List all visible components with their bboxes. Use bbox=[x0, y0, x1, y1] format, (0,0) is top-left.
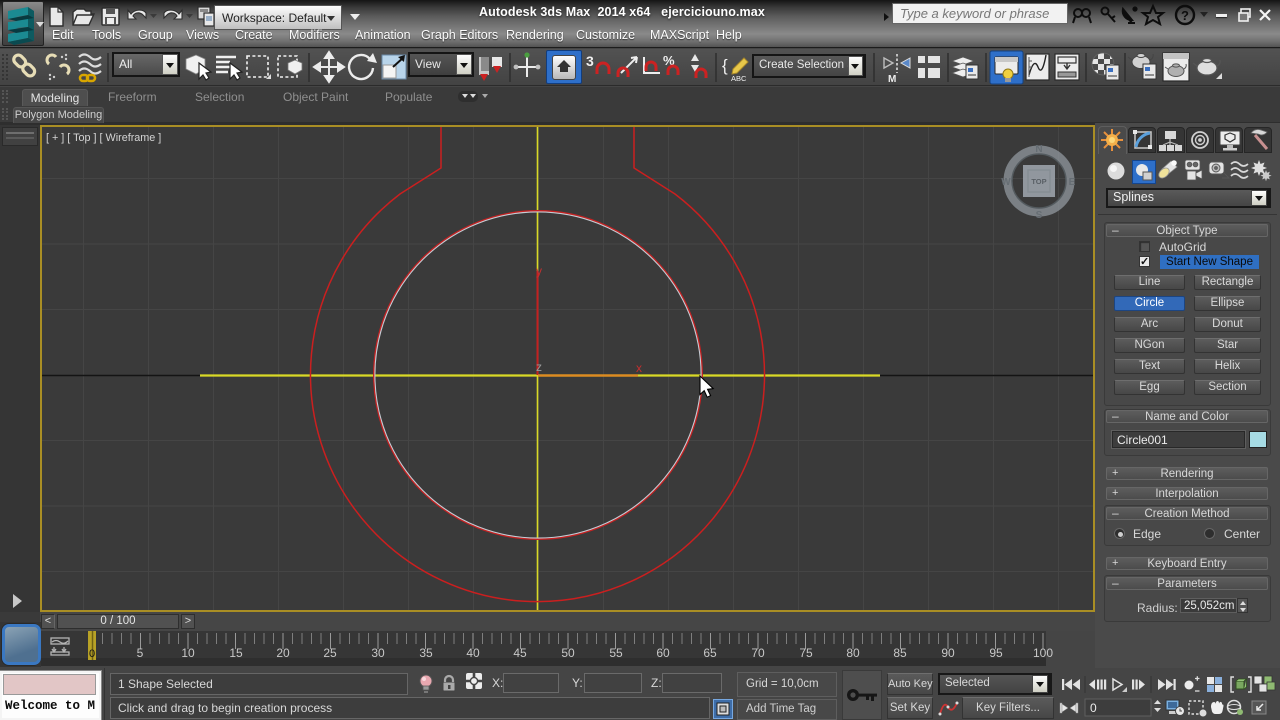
svg-text:E: E bbox=[1069, 177, 1076, 188]
svg-text:TOP: TOP bbox=[1031, 177, 1046, 186]
svg-text:20: 20 bbox=[276, 646, 290, 660]
svg-text:80: 80 bbox=[846, 646, 860, 660]
svg-text:85: 85 bbox=[893, 646, 907, 660]
svg-text:90: 90 bbox=[941, 646, 955, 660]
svg-text:50: 50 bbox=[561, 646, 575, 660]
svg-text:0: 0 bbox=[1090, 701, 1097, 715]
svg-text:40: 40 bbox=[466, 646, 480, 660]
svg-text:75: 75 bbox=[799, 646, 813, 660]
svg-text:5: 5 bbox=[137, 646, 144, 660]
svg-text:15: 15 bbox=[229, 646, 243, 660]
svg-text:60: 60 bbox=[656, 646, 670, 660]
svg-text:S: S bbox=[1036, 210, 1043, 221]
svg-text:45: 45 bbox=[513, 646, 527, 660]
svg-text:10: 10 bbox=[181, 646, 195, 660]
svg-text:M: M bbox=[888, 74, 896, 85]
svg-text:95: 95 bbox=[989, 646, 1003, 660]
svg-text:35: 35 bbox=[419, 646, 433, 660]
svg-text:z: z bbox=[536, 360, 542, 374]
svg-text:{: { bbox=[722, 56, 728, 75]
svg-text:N: N bbox=[1035, 144, 1042, 155]
svg-text:3: 3 bbox=[586, 53, 594, 69]
svg-text:65: 65 bbox=[703, 646, 717, 660]
svg-text:30: 30 bbox=[371, 646, 385, 660]
svg-text:25: 25 bbox=[323, 646, 337, 660]
svg-text:ABC: ABC bbox=[731, 74, 747, 83]
svg-text:?: ? bbox=[1181, 8, 1189, 23]
svg-text:[ + ] [ Top ] [ Wireframe ]: [ + ] [ Top ] [ Wireframe ] bbox=[46, 132, 161, 144]
svg-text:W: W bbox=[1001, 177, 1011, 188]
svg-text:55: 55 bbox=[609, 646, 623, 660]
svg-text:100: 100 bbox=[1033, 646, 1053, 660]
svg-text:y: y bbox=[536, 264, 542, 278]
svg-text:x: x bbox=[636, 361, 642, 375]
svg-text:0: 0 bbox=[89, 648, 95, 660]
svg-text:70: 70 bbox=[751, 646, 765, 660]
